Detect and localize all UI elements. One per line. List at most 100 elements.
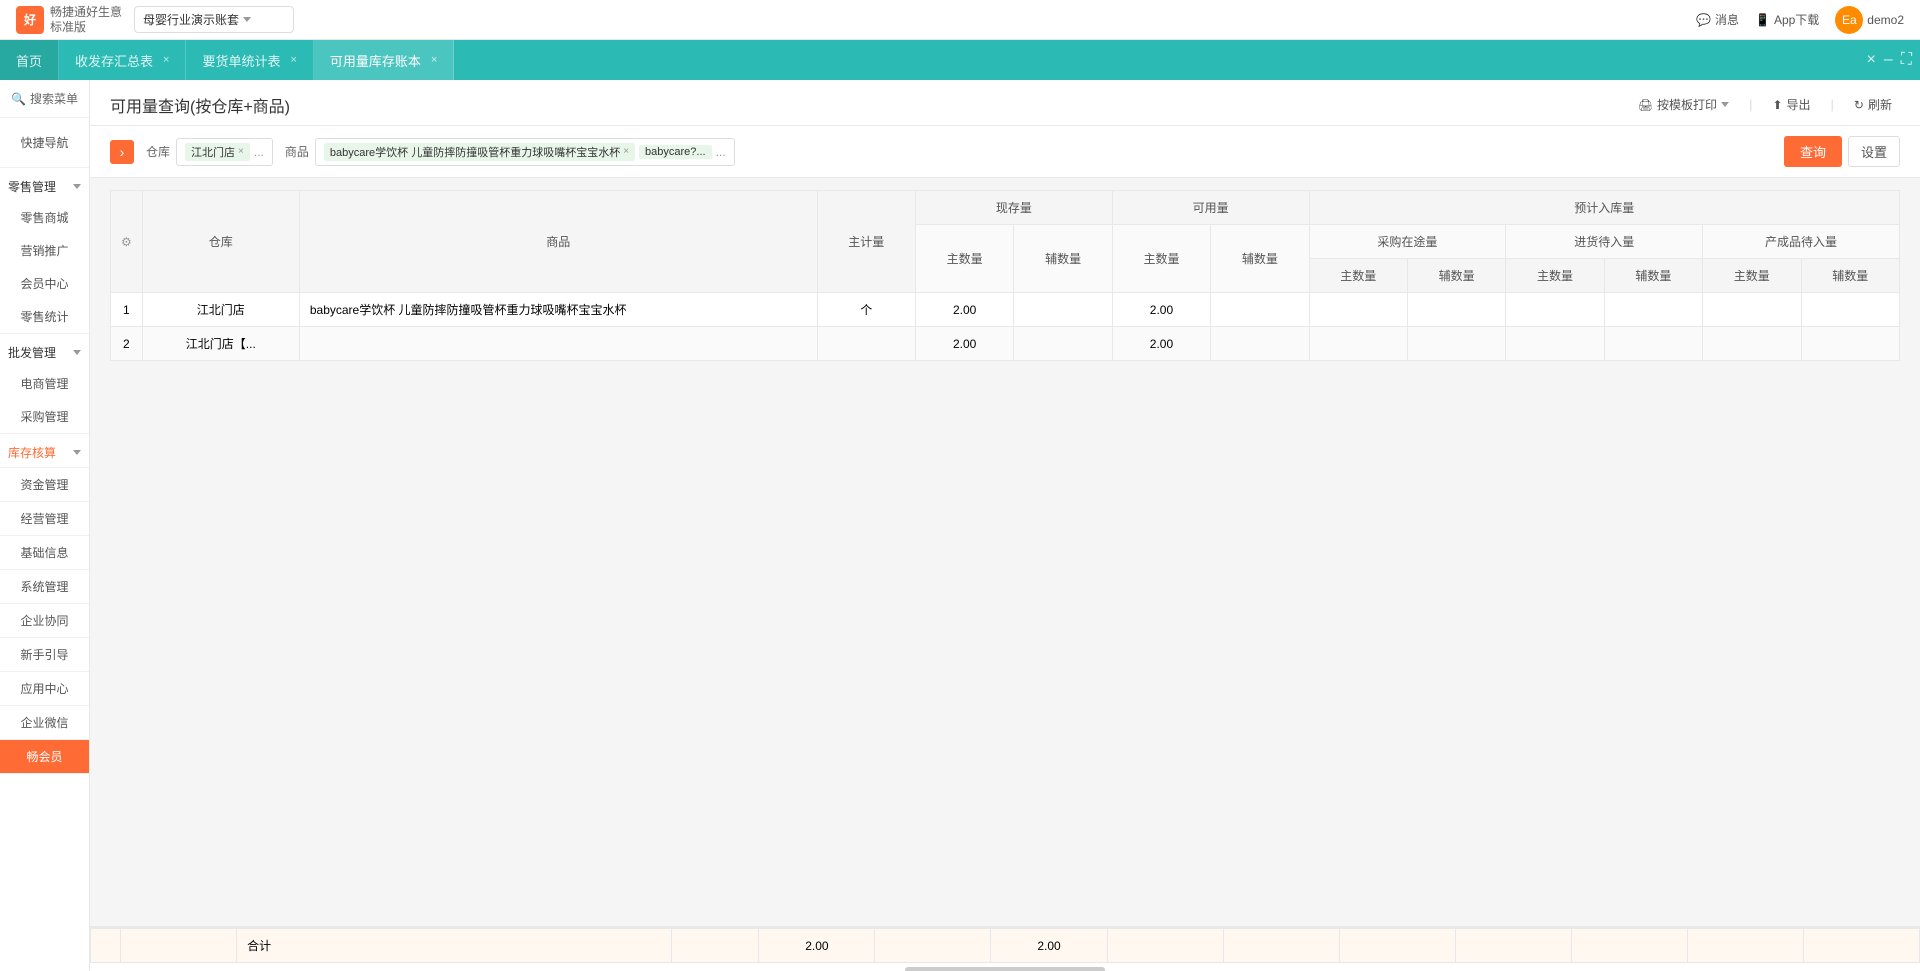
th-product-aux: 辅数量 [1801, 259, 1900, 293]
print-dropdown-icon [1721, 102, 1729, 107]
row-purchase-aux-1 [1407, 327, 1505, 361]
tenant-select[interactable]: 母婴行业演示账套 [134, 6, 294, 33]
row-avail-main-0: 2.00 [1112, 293, 1210, 327]
product-tag-1: babycare学饮杯 儿童防摔防撞吸管杯重力球吸嘴杯宝宝水杯 × [324, 143, 635, 161]
sidebar-group-appcenter: 应用中心 [0, 672, 89, 706]
refresh-btn[interactable]: ↻ 刷新 [1846, 92, 1900, 117]
settings-btn[interactable]: 设置 [1848, 136, 1900, 167]
action-divider-2: | [1831, 97, 1834, 112]
sidebar-item-enterprise[interactable]: 企业协同 [0, 604, 89, 637]
query-btn[interactable]: 查询 [1784, 136, 1842, 167]
summary-current-aux [875, 929, 991, 963]
product-tag-1-close[interactable]: × [623, 146, 629, 157]
filter-bar: › 仓库 江北门店 × ... 商品 babycare学饮杯 儿童防摔防撞吸管杯… [90, 126, 1920, 178]
sidebar-item-operations[interactable]: 经营管理 [0, 502, 89, 535]
top-bar-right: 💬 消息 📱 App下载 Ea demo2 [1696, 6, 1904, 34]
retail-group-label: 零售管理 [8, 178, 56, 195]
user-avatar-btn[interactable]: Ea demo2 [1835, 6, 1904, 34]
sidebar-item-app-center[interactable]: 应用中心 [0, 672, 89, 705]
th-current-main: 主数量 [915, 225, 1013, 293]
row-product-1 [299, 327, 817, 361]
sidebar-group-retail: 零售管理 零售商城 营销推广 会员中心 零售统计 [0, 168, 89, 334]
product-input[interactable]: babycare学饮杯 儿童防摔防撞吸管杯重力球吸嘴杯宝宝水杯 × babyca… [315, 138, 735, 166]
summary-available-aux [1107, 929, 1223, 963]
page-actions: 🖨 按模板打印 | ⬆ 导出 | ↻ 刷新 [1630, 92, 1900, 117]
warehouse-tag-close[interactable]: × [238, 146, 244, 157]
horizontal-scrollbar[interactable] [905, 967, 1105, 971]
summary-unit-cell [672, 929, 759, 963]
export-btn[interactable]: ⬆ 导出 [1764, 92, 1818, 117]
sidebar-group-inventory: 库存核算 [0, 434, 89, 468]
receipt-tab-label: 收发存汇总表 [75, 51, 153, 70]
sidebar-item-retail-mall[interactable]: 零售商城 [0, 201, 89, 234]
th-available: 可用量 [1112, 191, 1309, 225]
tab-available-stock[interactable]: 可用量库存账本 × [314, 40, 454, 80]
summary-p3 [1455, 929, 1571, 963]
sidebar-item-finance[interactable]: 资金管理 [0, 468, 89, 501]
row-avail-main-1: 2.00 [1112, 327, 1210, 361]
sidebar-group-basic: 基础信息 [0, 536, 89, 570]
print-icon: 🖨 [1638, 98, 1653, 112]
app-download-btn[interactable]: 📱 App下载 [1755, 11, 1819, 28]
th-product-main: 主数量 [1703, 259, 1801, 293]
summary-warehouse-cell [121, 929, 237, 963]
sidebar-item-retail-stats[interactable]: 零售统计 [0, 300, 89, 333]
search-menu-btn[interactable]: 🔍 搜索菜单 [8, 90, 81, 107]
sidebar-item-retail-promo[interactable]: 营销推广 [0, 234, 89, 267]
available-stock-tab-close[interactable]: × [431, 54, 437, 66]
summary-label-cell: 合计 [237, 929, 672, 963]
refresh-icon: ↻ [1854, 98, 1864, 112]
row-current-main-1: 2.00 [915, 327, 1013, 361]
summary-table: 合计 2.00 2.00 [90, 928, 1920, 963]
sidebar-group-sys: 系统管理 [0, 570, 89, 604]
message-btn[interactable]: 💬 消息 [1696, 11, 1739, 28]
sidebar-item-sys-mgmt[interactable]: 系统管理 [0, 570, 89, 603]
warehouse-input[interactable]: 江北门店 × ... [176, 138, 273, 166]
table-footer: 合计 2.00 2.00 [90, 926, 1920, 971]
retail-expand-icon [73, 184, 81, 189]
action-divider-1: | [1749, 97, 1752, 112]
sidebar-item-member-center[interactable]: 会员中心 [0, 267, 89, 300]
warehouse-label: 仓库 [146, 143, 170, 160]
gear-icon[interactable]: ⚙ [121, 235, 132, 249]
warehouse-filter: 仓库 江北门店 × ... [146, 138, 273, 166]
logo-area: 好 畅捷通好生意 标准版 [16, 5, 122, 34]
receipt-tab-close[interactable]: × [163, 54, 169, 66]
nav-max-btn[interactable]: ⛶ [1901, 51, 1912, 69]
tab-order-stats[interactable]: 要货单统计表 × [186, 40, 313, 80]
sidebar-item-purchase[interactable]: 采购管理 [0, 400, 89, 433]
sidebar-item-enterprise-wechat[interactable]: 企业微信 [0, 706, 89, 739]
print-template-btn[interactable]: 🖨 按模板打印 [1630, 92, 1737, 117]
inventory-expand-icon [73, 450, 81, 455]
warehouse-more-icon[interactable]: ... [254, 145, 264, 159]
sidebar: 🔍 搜索菜单 快捷导航 零售管理 零售商城 营销推广 会员中心 零售统计 批发管… [0, 80, 90, 971]
order-stats-tab-close[interactable]: × [290, 54, 296, 66]
sidebar-item-basic-info[interactable]: 基础信息 [0, 536, 89, 569]
order-stats-tab-label: 要货单统计表 [202, 51, 280, 70]
sidebar-group-retail-title[interactable]: 零售管理 [0, 168, 89, 201]
th-purchase-transit: 采购在途量 [1309, 225, 1506, 259]
sidebar-item-new-guide[interactable]: 新手引导 [0, 638, 89, 671]
nav-min-btn[interactable]: – [1884, 51, 1893, 69]
product-more-icon[interactable]: ... [716, 145, 726, 159]
sidebar-item-quick-nav[interactable]: 快捷导航 [0, 126, 89, 159]
sidebar-group-ewechat: 企业微信 [0, 706, 89, 740]
nav-close-btn[interactable]: × [1867, 51, 1876, 69]
product-filter: 商品 babycare学饮杯 儿童防摔防撞吸管杯重力球吸嘴杯宝宝水杯 × bab… [285, 138, 735, 166]
available-stock-tab-label: 可用量库存账本 [330, 51, 421, 70]
sidebar-group-wholesale-title[interactable]: 批发管理 [0, 334, 89, 367]
th-product: 商品 [299, 191, 817, 293]
row-warehouse-1: 江北门店【... [142, 327, 299, 361]
filter-expand-btn[interactable]: › [110, 140, 134, 164]
sidebar-item-ecommerce[interactable]: 电商管理 [0, 367, 89, 400]
th-planned-in: 预计入库量 [1309, 191, 1899, 225]
row-product-main-1 [1703, 327, 1801, 361]
summary-row: 合计 2.00 2.00 [91, 929, 1920, 963]
row-product-aux-1 [1801, 327, 1900, 361]
row-product-main-0 [1703, 293, 1801, 327]
tab-home[interactable]: 首页 [0, 40, 59, 80]
tenant-dropdown-icon [243, 17, 251, 22]
tab-receipt[interactable]: 收发存汇总表 × [59, 40, 186, 80]
sidebar-group-inventory-title[interactable]: 库存核算 [0, 434, 89, 467]
sidebar-item-vip[interactable]: 畅会员 [0, 740, 89, 773]
